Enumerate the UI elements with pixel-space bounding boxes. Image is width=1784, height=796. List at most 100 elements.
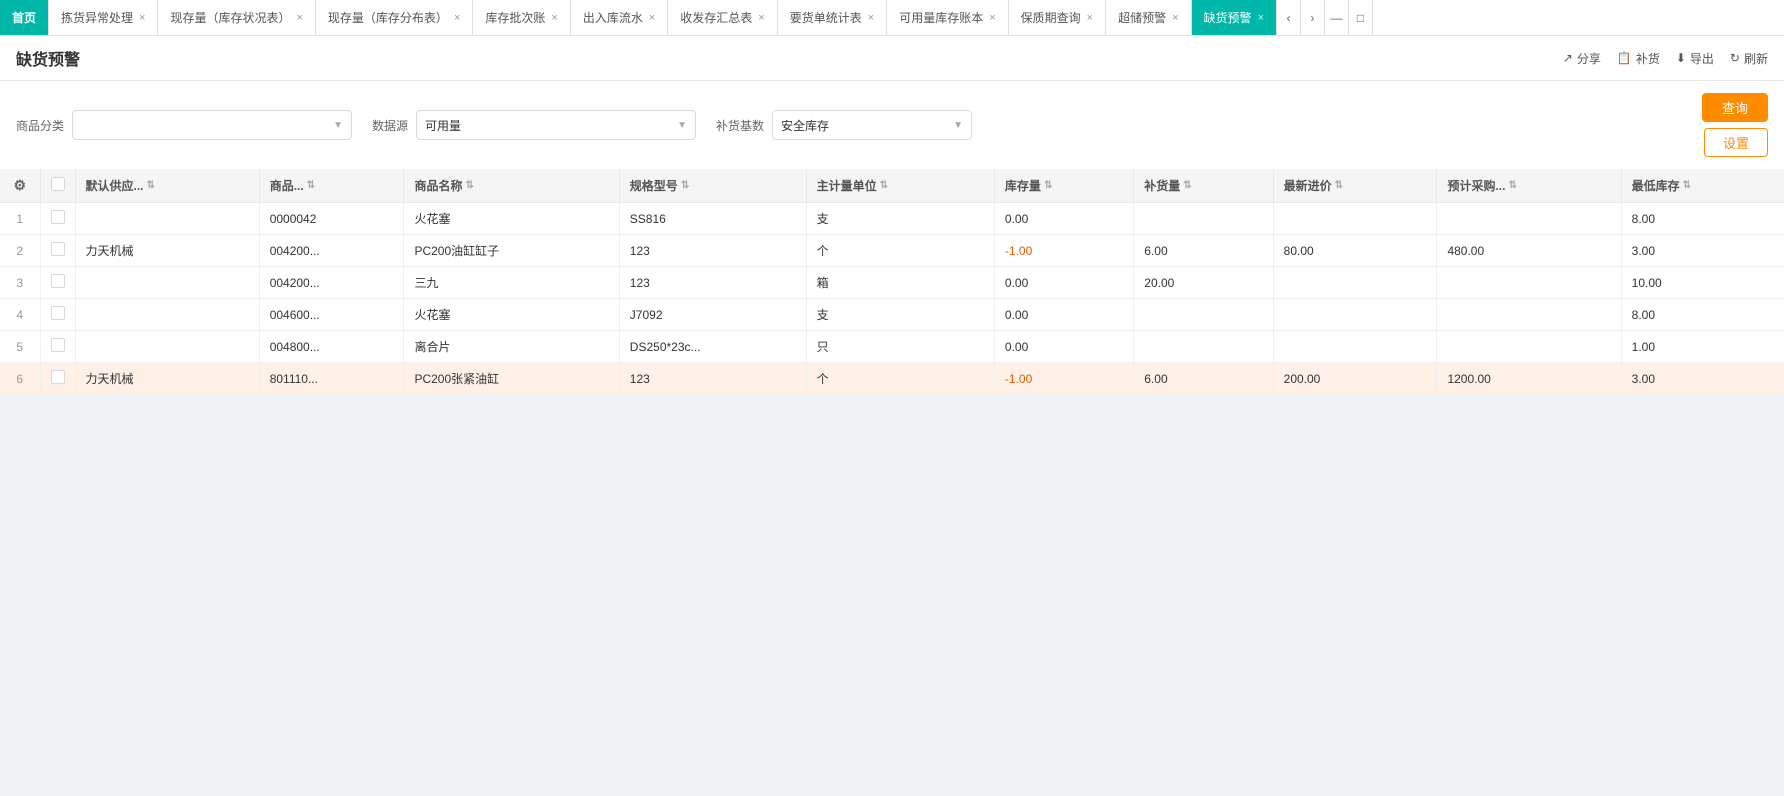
row-product-name-6: PC200张紧油缸 <box>404 363 619 395</box>
close-tab-batch-account[interactable]: × <box>551 12 557 24</box>
sort-icon-price: ⇅ <box>1335 180 1343 191</box>
close-tab-expiry-query[interactable]: × <box>1087 12 1093 24</box>
tab-maximize-button[interactable]: □ <box>1349 0 1373 35</box>
row-spec-3: 123 <box>619 267 806 299</box>
settings-button[interactable]: 设置 <box>1704 128 1768 157</box>
row-estimated-purchase-1 <box>1437 203 1621 235</box>
row-stock-qty-1: 0.00 <box>994 203 1133 235</box>
query-button[interactable]: 查询 <box>1702 93 1768 122</box>
row-number-4: 4 <box>0 299 40 331</box>
tab-minimize-button[interactable]: — <box>1325 0 1349 35</box>
replenish-label: 补货基数 <box>716 117 764 134</box>
tab-available-ledger[interactable]: 可用量库存账本 × <box>887 0 1008 35</box>
tab-inventory-status[interactable]: 现存量（库存状况表） × <box>158 0 315 35</box>
th-product-code[interactable]: 商品... ⇅ <box>259 169 404 203</box>
row-unit-3: 箱 <box>806 267 994 299</box>
tab-inventory-dist[interactable]: 现存量（库存分布表） × <box>316 0 473 35</box>
row-stock-qty-4: 0.00 <box>994 299 1133 331</box>
share-action[interactable]: ↗ 分享 <box>1563 50 1601 67</box>
row-product-code-5: 004800... <box>259 331 404 363</box>
th-product-name[interactable]: 商品名称 ⇅ <box>404 169 619 203</box>
table-row: 6 力天机械 801110... PC200张紧油缸 123 个 -1.00 6… <box>0 363 1784 395</box>
row-stock-qty-2: -1.00 <box>994 235 1133 267</box>
row-product-name-4: 火花塞 <box>404 299 619 331</box>
tab-abnormal[interactable]: 拣货异常处理 × <box>49 0 158 35</box>
row-stock-qty-6: -1.00 <box>994 363 1133 395</box>
share-icon: ↗ <box>1563 51 1573 65</box>
tab-next-button[interactable]: › <box>1301 0 1325 35</box>
table-header-row: ⚙ 默认供应... ⇅ 商品... ⇅ <box>0 169 1784 203</box>
row-checkbox-6[interactable] <box>40 363 75 395</box>
th-default-supplier[interactable]: 默认供应... ⇅ <box>75 169 259 203</box>
close-tab-order-stats[interactable]: × <box>868 12 874 24</box>
row-product-code-6: 801110... <box>259 363 404 395</box>
th-stock-qty[interactable]: 库存量 ⇅ <box>994 169 1133 203</box>
category-filter-group: 商品分类 ▼ <box>16 110 352 140</box>
th-estimated-purchase[interactable]: 预计采购... ⇅ <box>1437 169 1621 203</box>
row-unit-5: 只 <box>806 331 994 363</box>
checkbox-column-header[interactable] <box>40 169 75 203</box>
row-supplier-6: 力天机械 <box>75 363 259 395</box>
datasource-select[interactable]: 可用量 ▼ <box>416 110 696 140</box>
close-tab-overstock[interactable]: × <box>1172 12 1178 24</box>
tab-inout-flow[interactable]: 出入库流水 × <box>571 0 668 35</box>
table-body: 1 0000042 火花塞 SS816 支 0.00 8.00 2 力天机械 0… <box>0 203 1784 395</box>
row-checkbox-2[interactable] <box>40 235 75 267</box>
row-latest-price-3 <box>1273 267 1437 299</box>
row-checkbox-1[interactable] <box>40 203 75 235</box>
table-row: 4 004600... 火花塞 J7092 支 0.00 8.00 <box>0 299 1784 331</box>
row-min-stock-5: 1.00 <box>1621 331 1784 363</box>
row-spec-4: J7092 <box>619 299 806 331</box>
restock-icon: 📋 <box>1617 51 1632 65</box>
row-checkbox-3[interactable] <box>40 267 75 299</box>
th-latest-price[interactable]: 最新进价 ⇅ <box>1273 169 1437 203</box>
export-action[interactable]: ⬇ 导出 <box>1676 50 1714 67</box>
refresh-action[interactable]: ↻ 刷新 <box>1730 50 1768 67</box>
close-tab-receipt-summary[interactable]: × <box>758 12 764 24</box>
close-tab-inventory-dist[interactable]: × <box>454 12 460 24</box>
th-replenish-qty[interactable]: 补货量 ⇅ <box>1134 169 1273 203</box>
close-tab-inventory-status[interactable]: × <box>296 12 302 24</box>
gear-icon[interactable]: ⚙ <box>13 177 26 193</box>
table-row: 3 004200... 三九 123 箱 0.00 20.00 10.00 <box>0 267 1784 299</box>
tab-batch-account[interactable]: 库存批次账 × <box>473 0 570 35</box>
select-all-checkbox[interactable] <box>51 177 65 191</box>
tab-prev-button[interactable]: ‹ <box>1277 0 1301 35</box>
row-product-name-1: 火花塞 <box>404 203 619 235</box>
row-spec-2: 123 <box>619 235 806 267</box>
row-product-name-5: 离合片 <box>404 331 619 363</box>
close-tab-available-ledger[interactable]: × <box>989 12 995 24</box>
row-estimated-purchase-5 <box>1437 331 1621 363</box>
tab-expiry-query[interactable]: 保质期查询 × <box>1009 0 1106 35</box>
replenish-select[interactable]: 安全库存 ▼ <box>772 110 972 140</box>
tab-receipt-summary[interactable]: 收发存汇总表 × <box>668 0 777 35</box>
th-unit[interactable]: 主计量单位 ⇅ <box>806 169 994 203</box>
replenish-filter-group: 补货基数 安全库存 ▼ <box>716 110 972 140</box>
tab-home[interactable]: 首页 <box>0 0 49 35</box>
row-spec-6: 123 <box>619 363 806 395</box>
category-select[interactable]: ▼ <box>72 110 352 140</box>
sort-icon-supplier: ⇅ <box>147 180 155 191</box>
row-spec-5: DS250*23c... <box>619 331 806 363</box>
tab-order-stats[interactable]: 要货单统计表 × <box>778 0 887 35</box>
row-min-stock-4: 8.00 <box>1621 299 1784 331</box>
sort-icon-min-stock: ⇅ <box>1683 180 1691 191</box>
close-tab-shortage[interactable]: × <box>1258 12 1264 24</box>
close-tab-inout-flow[interactable]: × <box>649 12 655 24</box>
restock-action[interactable]: 📋 补货 <box>1617 50 1660 67</box>
row-replenish-qty-3: 20.00 <box>1134 267 1273 299</box>
header-actions: ↗ 分享 📋 补货 ⬇ 导出 ↻ 刷新 <box>1563 50 1768 67</box>
row-checkbox-4[interactable] <box>40 299 75 331</box>
close-tab-abnormal[interactable]: × <box>139 12 145 24</box>
settings-column-header[interactable]: ⚙ <box>0 169 40 203</box>
row-unit-4: 支 <box>806 299 994 331</box>
th-spec[interactable]: 规格型号 ⇅ <box>619 169 806 203</box>
row-min-stock-6: 3.00 <box>1621 363 1784 395</box>
page-header: 缺货预警 ↗ 分享 📋 补货 ⬇ 导出 ↻ 刷新 <box>0 36 1784 81</box>
row-checkbox-5[interactable] <box>40 331 75 363</box>
tab-shortage[interactable]: 缺货预警 × <box>1192 0 1277 35</box>
th-min-stock[interactable]: 最低库存 ⇅ <box>1621 169 1784 203</box>
tab-overstock[interactable]: 超储预警 × <box>1106 0 1191 35</box>
row-unit-6: 个 <box>806 363 994 395</box>
row-number-6: 6 <box>0 363 40 395</box>
